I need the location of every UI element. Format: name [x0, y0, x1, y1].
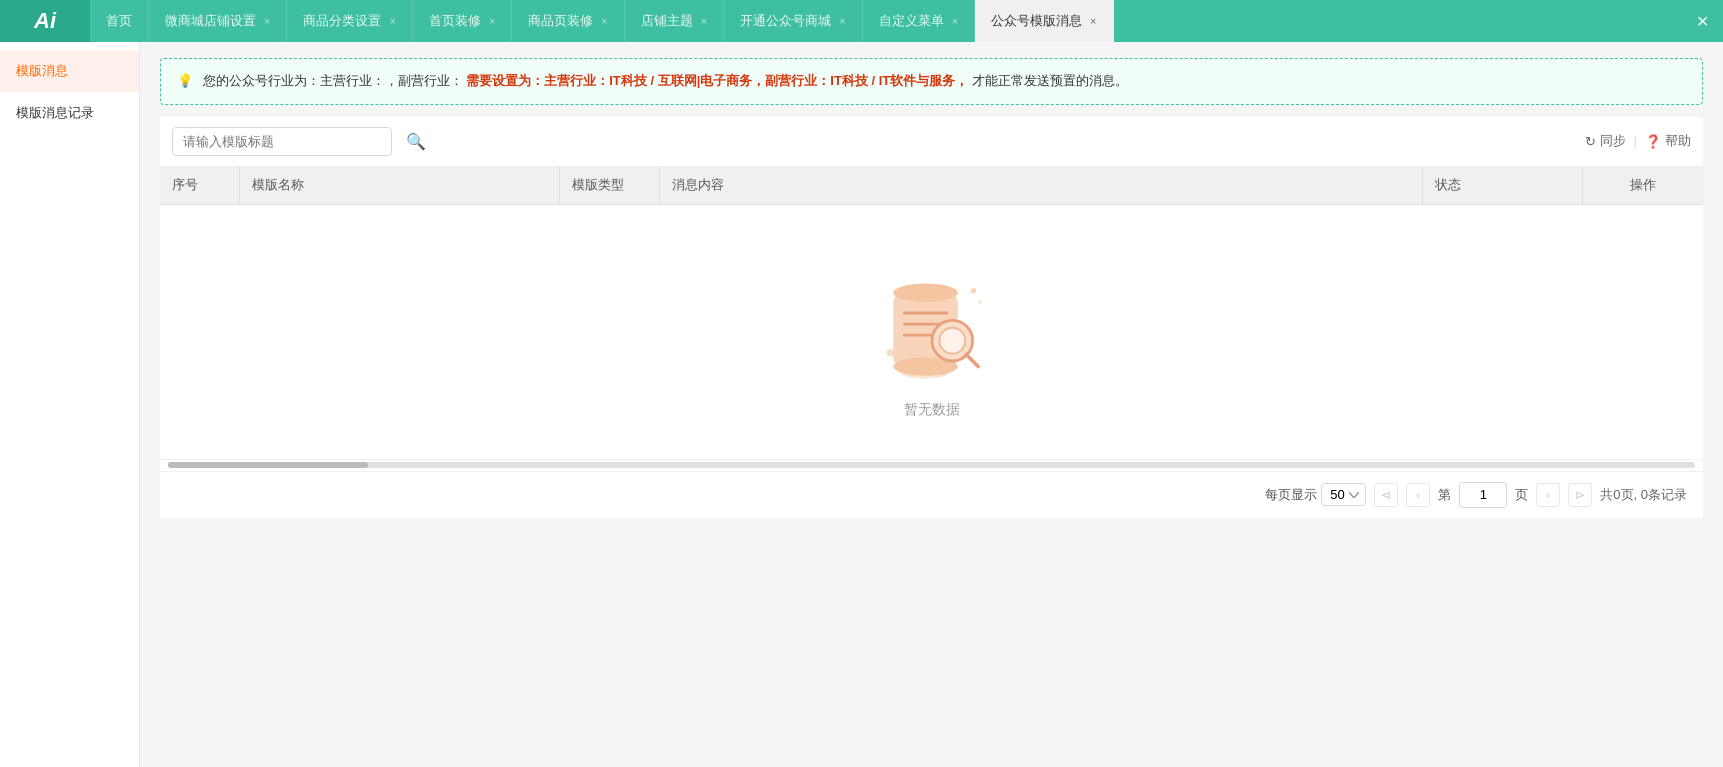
page-label-after: 页	[1515, 486, 1528, 504]
page-size-dropdown[interactable]: 50 20 10	[1321, 483, 1366, 506]
empty-text: 暂无数据	[904, 401, 960, 419]
scrollbar-thumb[interactable]	[168, 462, 368, 468]
search-left: 🔍	[172, 127, 432, 156]
svg-point-12	[886, 349, 893, 356]
sync-button[interactable]: ↻ 同步	[1585, 132, 1626, 150]
tab-product-category[interactable]: 商品分类设置 ×	[287, 0, 412, 42]
tab-shop-theme[interactable]: 店铺主题 ×	[625, 0, 724, 42]
main-layout: 模版消息 模版消息记录 💡 您的公众号行业为：主营行业：，副营行业： 需要设置为…	[0, 42, 1723, 767]
main-card: 🔍 ↻ 同步 | ❓ 帮助 序号	[160, 117, 1703, 518]
page-total: 共0页, 0条记录	[1600, 486, 1687, 504]
pagination: 每页显示 50 20 10 ⊲ ‹ 第 页 › ⊳ 共0页, 0条记录	[160, 471, 1703, 518]
page-number-input[interactable]	[1459, 482, 1507, 508]
horizontal-scrollbar[interactable]	[160, 459, 1703, 471]
divider: |	[1634, 134, 1637, 149]
page-first-button[interactable]: ⊲	[1374, 483, 1398, 507]
tab-close-shop-settings[interactable]: ×	[264, 15, 270, 27]
page-prev-button[interactable]: ‹	[1406, 483, 1430, 507]
search-input[interactable]	[172, 127, 392, 156]
tab-product-decor[interactable]: 商品页装修 ×	[512, 0, 624, 42]
col-header-seq: 序号	[160, 166, 240, 204]
tab-close-home-decor[interactable]: ×	[489, 15, 495, 27]
svg-point-11	[978, 300, 982, 304]
app-logo: Ai	[0, 0, 90, 42]
notice-highlight: 需要设置为：主营行业：IT科技 / 互联网|电子商务，副营行业：IT科技 / I…	[466, 73, 968, 88]
page-next-button[interactable]: ›	[1536, 483, 1560, 507]
svg-point-10	[970, 288, 976, 294]
tab-close-template-msg[interactable]: ×	[1090, 15, 1096, 27]
page-last-button[interactable]: ⊳	[1568, 483, 1592, 507]
scrollbar-track	[168, 462, 1695, 468]
sync-icon: ↻	[1585, 134, 1596, 149]
col-header-status: 状态	[1423, 166, 1583, 204]
sidebar-item-template-records[interactable]: 模版消息记录	[0, 92, 139, 134]
tab-custom-menu[interactable]: 自定义菜单 ×	[863, 0, 975, 42]
svg-point-8	[939, 328, 965, 354]
tab-close-product-decor[interactable]: ×	[601, 15, 607, 27]
sidebar-item-template-msg[interactable]: 模版消息	[0, 50, 139, 92]
tab-close-product-category[interactable]: ×	[389, 15, 395, 27]
empty-state: 暂无数据	[160, 205, 1703, 459]
tab-home[interactable]: 首页	[90, 0, 149, 42]
search-bar: 🔍 ↻ 同步 | ❓ 帮助	[160, 117, 1703, 166]
tab-home-decor[interactable]: 首页装修 ×	[413, 0, 512, 42]
top-navigation: Ai 首页 微商城店铺设置 × 商品分类设置 × 首页装修 × 商品页装修 × …	[0, 0, 1723, 42]
tab-close-shop-theme[interactable]: ×	[701, 15, 707, 27]
nav-tabs: 首页 微商城店铺设置 × 商品分类设置 × 首页装修 × 商品页装修 × 店铺主…	[90, 0, 1681, 42]
col-header-action: 操作	[1583, 166, 1703, 204]
tab-close-open-mall[interactable]: ×	[839, 15, 845, 27]
empty-illustration	[872, 265, 992, 385]
notice-box: 💡 您的公众号行业为：主营行业：，副营行业： 需要设置为：主营行业：IT科技 /…	[160, 58, 1703, 105]
tab-template-msg[interactable]: 公众号模版消息 ×	[975, 0, 1113, 42]
help-icon: ❓	[1645, 134, 1661, 149]
table-header: 序号 模版名称 模版类型 消息内容 状态 操作	[160, 166, 1703, 205]
content-area: 💡 您的公众号行业为：主营行业：，副营行业： 需要设置为：主营行业：IT科技 /…	[140, 42, 1723, 767]
search-button[interactable]: 🔍	[400, 128, 432, 155]
page-size-select: 每页显示 50 20 10	[1265, 483, 1366, 506]
tab-open-mall[interactable]: 开通公众号商城 ×	[724, 0, 862, 42]
svg-point-2	[893, 283, 958, 301]
sidebar: 模版消息 模版消息记录	[0, 42, 140, 767]
notice-icon: 💡	[177, 73, 193, 88]
nav-close-all-button[interactable]: ✕	[1681, 0, 1723, 42]
svg-line-9	[966, 354, 978, 366]
page-size-label: 每页显示	[1265, 486, 1317, 504]
col-header-name: 模版名称	[240, 166, 560, 204]
search-right: ↻ 同步 | ❓ 帮助	[1585, 132, 1691, 150]
col-header-content: 消息内容	[660, 166, 1423, 204]
help-button[interactable]: ❓ 帮助	[1645, 132, 1691, 150]
page-label-before: 第	[1438, 486, 1451, 504]
col-header-type: 模版类型	[560, 166, 660, 204]
tab-close-custom-menu[interactable]: ×	[952, 15, 958, 27]
tab-shop-settings[interactable]: 微商城店铺设置 ×	[149, 0, 287, 42]
